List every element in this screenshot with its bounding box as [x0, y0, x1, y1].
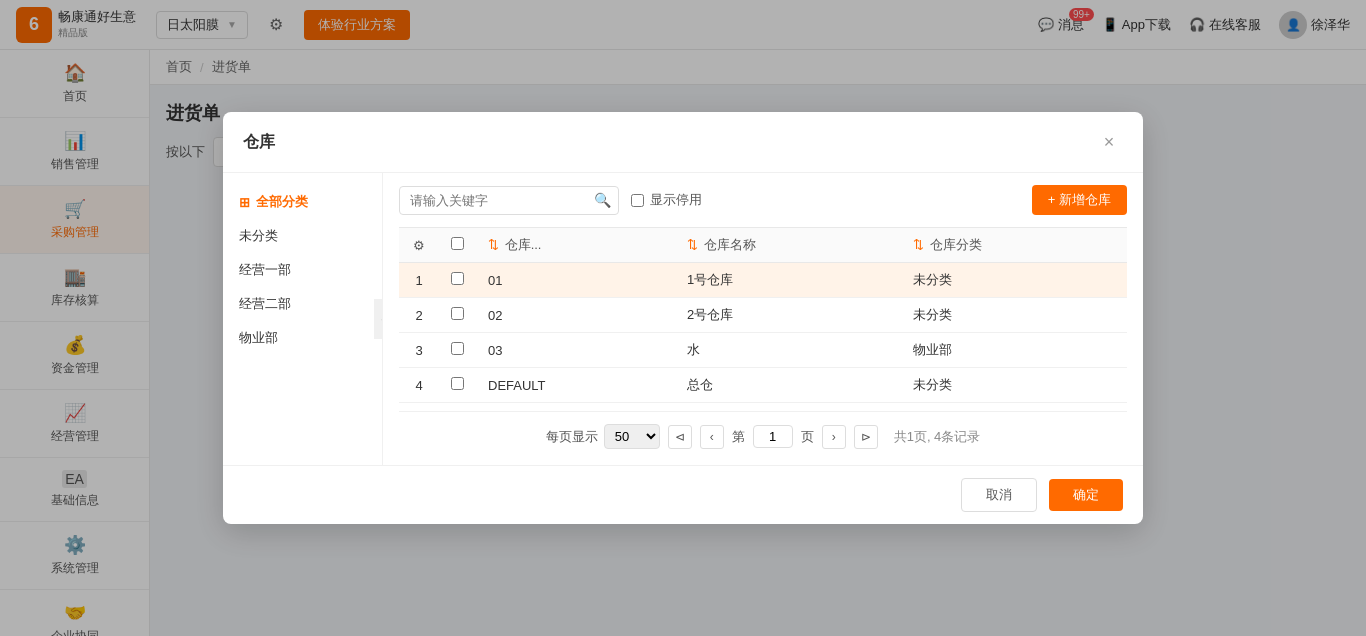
row2-code: 02 [476, 298, 675, 333]
next-page-btn[interactable]: › [822, 425, 846, 449]
show-disabled-wrap: 显示停用 [631, 191, 702, 209]
sort-code-icon: ⇅ [488, 237, 499, 252]
th-check [439, 228, 476, 263]
tree-all-label: 全部分类 [256, 193, 308, 211]
per-page-label: 每页显示 [546, 428, 598, 446]
row4-code: DEFAULT [476, 368, 675, 403]
row2-checkbox[interactable] [451, 307, 464, 320]
dialog-body: ⊞ 全部分类 未分类 经营一部 经营二部 物业部 [223, 173, 1143, 465]
table-wrap: ⚙ ⇅ 仓库... [399, 227, 1127, 403]
row1-code: 01 [476, 263, 675, 298]
table-row[interactable]: 1 01 1号仓库 未分类 [399, 263, 1127, 298]
row4-num: 4 [399, 368, 439, 403]
pagination: 每页显示 10 20 50 100 ⊲ ‹ 第 页 [399, 411, 1127, 453]
row2-num: 2 [399, 298, 439, 333]
row4-category: 未分类 [901, 368, 1127, 403]
show-disabled-label: 显示停用 [650, 191, 702, 209]
warehouse-dialog: 仓库 × ⊞ 全部分类 未分类 经营一部 [223, 112, 1143, 524]
row1-check [439, 263, 476, 298]
row3-check [439, 333, 476, 368]
per-page-wrap: 每页显示 10 20 50 100 [546, 424, 660, 449]
page-input[interactable] [753, 425, 793, 448]
modal-overlay: 仓库 × ⊞ 全部分类 未分类 经营一部 [0, 0, 1366, 636]
row3-name: 水 [675, 333, 901, 368]
first-page-btn[interactable]: ⊲ [668, 425, 692, 449]
tree-ops2-label: 经营二部 [239, 295, 291, 313]
table-row[interactable]: 3 03 水 物业部 [399, 333, 1127, 368]
tree-all-icon: ⊞ [239, 195, 250, 210]
tree-ops1-label: 经营一部 [239, 261, 291, 279]
add-warehouse-btn[interactable]: + 新增仓库 [1032, 185, 1127, 215]
sort-name-icon: ⇅ [687, 237, 698, 252]
page-num-label: 第 [732, 428, 745, 446]
dialog-title: 仓库 [243, 132, 275, 153]
row3-checkbox[interactable] [451, 342, 464, 355]
row4-name: 总仓 [675, 368, 901, 403]
prev-page-btn[interactable]: ‹ [700, 425, 724, 449]
row1-category: 未分类 [901, 263, 1127, 298]
dialog-content-panel: 🔍 显示停用 + 新增仓库 [383, 173, 1143, 465]
table-row[interactable]: 2 02 2号仓库 未分类 [399, 298, 1127, 333]
tree-panel-toggle[interactable]: « [374, 299, 383, 339]
row2-category: 未分类 [901, 298, 1127, 333]
show-disabled-checkbox[interactable] [631, 194, 644, 207]
warehouse-table: ⚙ ⇅ 仓库... [399, 227, 1127, 403]
tree-item-ops2[interactable]: 经营二部 [223, 287, 382, 321]
last-page-btn[interactable]: ⊳ [854, 425, 878, 449]
search-input-wrap: 🔍 [399, 186, 619, 215]
tree-item-uncategorized[interactable]: 未分类 [223, 219, 382, 253]
total-info: 共1页, 4条记录 [894, 428, 981, 446]
per-page-select[interactable]: 10 20 50 100 [604, 424, 660, 449]
page-label: 页 [801, 428, 814, 446]
tree-item-property[interactable]: 物业部 [223, 321, 382, 355]
row1-num: 1 [399, 263, 439, 298]
row3-category: 物业部 [901, 333, 1127, 368]
search-bar: 🔍 显示停用 + 新增仓库 [399, 185, 1127, 215]
tree-item-all[interactable]: ⊞ 全部分类 [223, 185, 382, 219]
row4-check [439, 368, 476, 403]
tree-uncategorized-label: 未分类 [239, 227, 278, 245]
sort-category-icon: ⇅ [913, 237, 924, 252]
row2-name: 2号仓库 [675, 298, 901, 333]
row1-checkbox[interactable] [451, 272, 464, 285]
th-gear: ⚙ [399, 228, 439, 263]
confirm-button[interactable]: 确定 [1049, 479, 1123, 511]
row3-num: 3 [399, 333, 439, 368]
table-row[interactable]: 4 DEFAULT 总仓 未分类 [399, 368, 1127, 403]
dialog-close-btn[interactable]: × [1095, 128, 1123, 156]
th-name: ⇅ 仓库名称 [675, 228, 901, 263]
search-input[interactable] [399, 186, 619, 215]
row4-checkbox[interactable] [451, 377, 464, 390]
gear-header-icon[interactable]: ⚙ [413, 238, 425, 253]
table-header-row: ⚙ ⇅ 仓库... [399, 228, 1127, 263]
cancel-button[interactable]: 取消 [961, 478, 1037, 512]
tree-item-ops1[interactable]: 经营一部 [223, 253, 382, 287]
table-body: 1 01 1号仓库 未分类 [399, 263, 1127, 403]
row2-check [439, 298, 476, 333]
toggle-icon: « [381, 314, 383, 325]
row3-code: 03 [476, 333, 675, 368]
tree-panel: ⊞ 全部分类 未分类 经营一部 经营二部 物业部 [223, 173, 383, 465]
tree-property-label: 物业部 [239, 329, 278, 347]
select-all-checkbox[interactable] [451, 237, 464, 250]
th-code: ⇅ 仓库... [476, 228, 675, 263]
dialog-header: 仓库 × [223, 112, 1143, 173]
th-category: ⇅ 仓库分类 [901, 228, 1127, 263]
search-icon[interactable]: 🔍 [594, 192, 611, 208]
dialog-footer: 取消 确定 [223, 465, 1143, 524]
row1-name: 1号仓库 [675, 263, 901, 298]
